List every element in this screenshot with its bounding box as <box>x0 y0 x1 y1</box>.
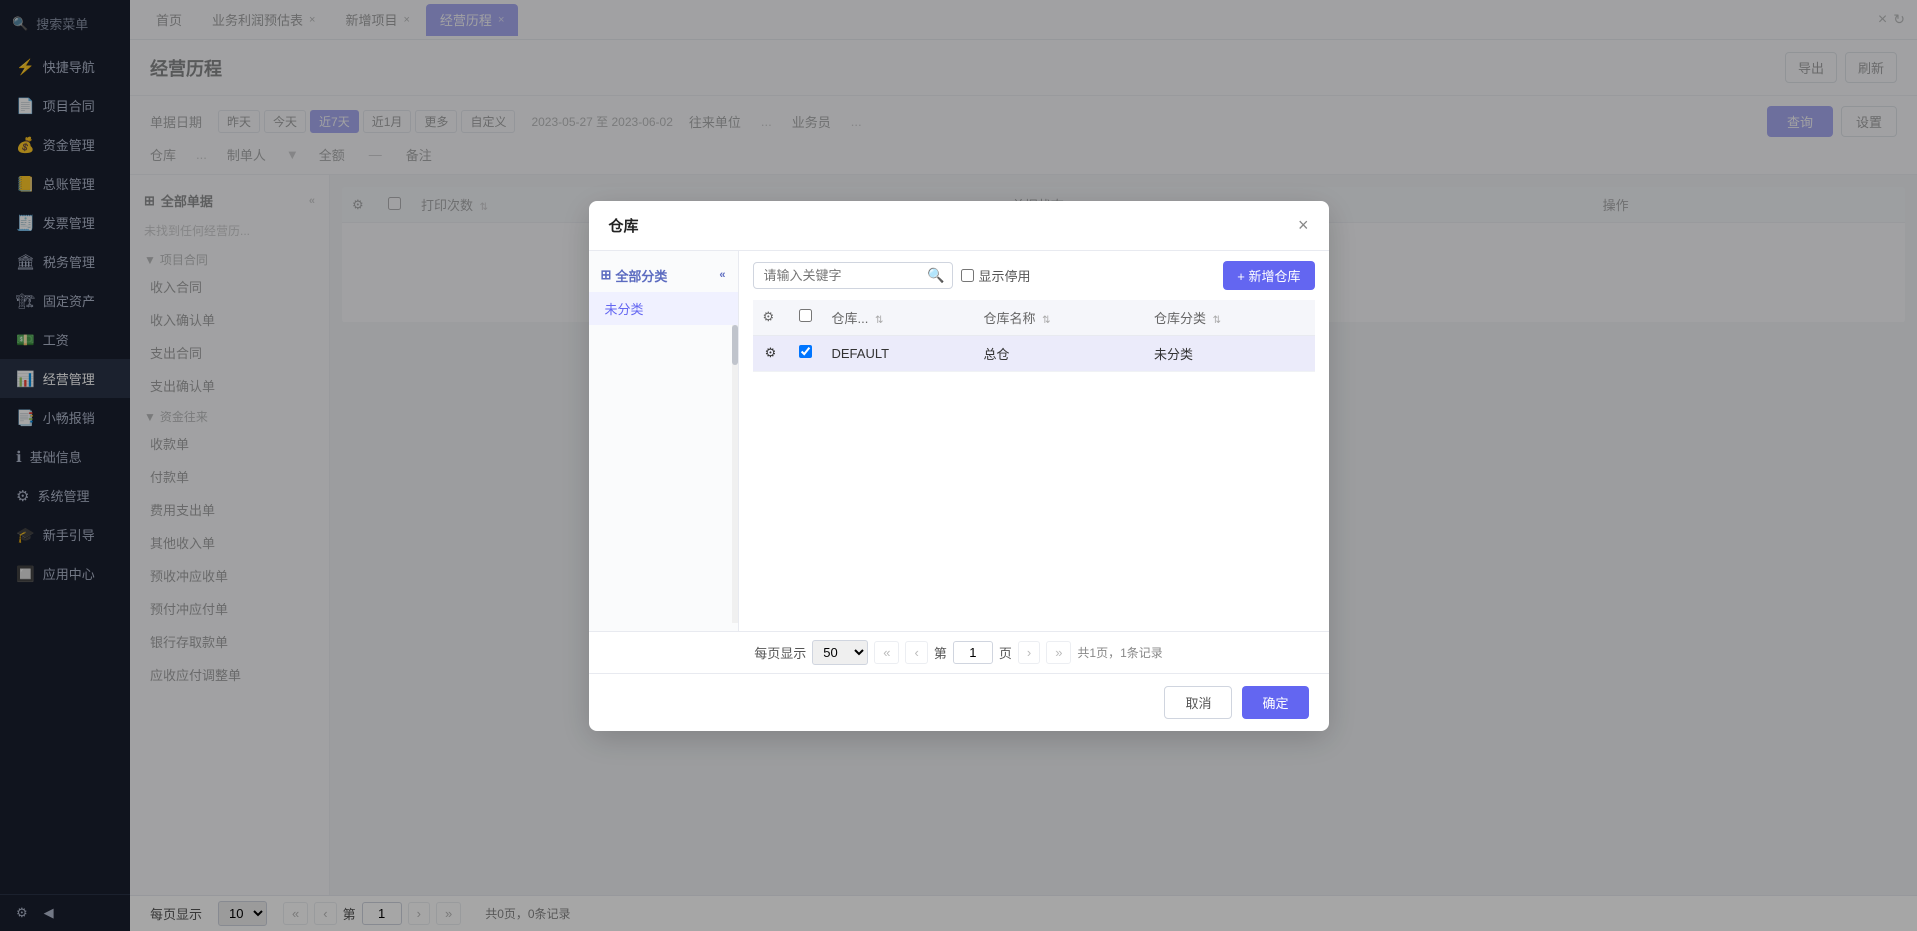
modal-page-label: 第 <box>934 643 947 662</box>
modal-search-wrap: 🔍 显示停用 <box>753 262 1031 289</box>
add-warehouse-button[interactable]: + 新增仓库 <box>1223 261 1314 290</box>
modal-sidebar-all-label: 全部分类 <box>615 266 667 285</box>
modal-col-code: 仓库... ⇅ <box>822 300 974 336</box>
show-disabled-checkbox[interactable] <box>961 269 974 282</box>
row-select-checkbox[interactable] <box>799 345 812 358</box>
warehouse-modal: 仓库 × ⊞ 全部分类 « 未分类 <box>589 201 1329 731</box>
search-icon[interactable]: 🔍 <box>927 267 944 284</box>
modal-sidebar: ⊞ 全部分类 « 未分类 <box>589 251 739 631</box>
modal-action-footer: 取消 确定 <box>589 673 1329 731</box>
modal-last-btn[interactable]: » <box>1046 641 1071 664</box>
row-checkbox <box>789 335 822 371</box>
modal-page-size-label: 每页显示 <box>754 643 806 662</box>
modal-body: ⊞ 全部分类 « 未分类 🔍 <box>589 251 1329 631</box>
confirm-button[interactable]: 确定 <box>1242 686 1308 719</box>
modal-select-all[interactable] <box>799 309 812 322</box>
modal-col-category: 仓库分类 ⇅ <box>1144 300 1315 336</box>
modal-total-info: 共1页，1条记录 <box>1077 644 1162 661</box>
row-code: DEFAULT <box>822 335 974 371</box>
modal-col-name: 仓库名称 ⇅ <box>973 300 1144 336</box>
modal-sidebar-uncategorized[interactable]: 未分类 <box>589 292 738 325</box>
row-gear: ⚙ <box>753 335 789 371</box>
modal-first-btn[interactable]: « <box>874 641 899 664</box>
modal-page-size-select[interactable]: 501020100 <box>812 640 868 665</box>
modal-close-button[interactable]: × <box>1298 215 1309 236</box>
search-wrap: 🔍 <box>753 262 953 289</box>
modal-main: 🔍 显示停用 + 新增仓库 ⚙ <box>739 251 1329 631</box>
modal-sidebar-scrollbar[interactable] <box>732 325 738 623</box>
modal-col-checkbox <box>789 300 822 336</box>
sort-name-icon: ⇅ <box>1042 315 1050 326</box>
show-disabled-label[interactable]: 显示停用 <box>961 266 1031 285</box>
modal-sidebar-all[interactable]: ⊞ 全部分类 « <box>589 259 738 292</box>
warehouse-table: ⚙ 仓库... ⇅ 仓库名称 ⇅ 仓库分类 <box>753 300 1315 372</box>
modal-sidebar-scrollbar-thumb <box>732 325 738 365</box>
modal-col-gear: ⚙ <box>753 300 789 336</box>
sidebar-collapse-icon[interactable]: « <box>719 269 725 281</box>
warehouse-search-input[interactable] <box>753 262 953 289</box>
cancel-button[interactable]: 取消 <box>1164 686 1232 719</box>
modal-prev-btn[interactable]: ‹ <box>905 641 927 664</box>
modal-page-unit: 页 <box>999 643 1012 662</box>
grid-icon-modal: ⊞ <box>601 267 612 283</box>
modal-next-btn[interactable]: › <box>1018 641 1040 664</box>
modal-title: 仓库 <box>609 215 639 236</box>
modal-header: 仓库 × <box>589 201 1329 251</box>
sort-code-icon: ⇅ <box>875 315 883 326</box>
modal-page-input[interactable] <box>953 641 993 664</box>
modal-sidebar-uncategorized-label: 未分类 <box>605 302 644 317</box>
modal-pagination: 每页显示 501020100 « ‹ 第 页 › » 共1页，1条记录 <box>589 631 1329 673</box>
table-row[interactable]: ⚙ DEFAULT 总仓 未分类 <box>753 335 1315 371</box>
modal-table-wrap: ⚙ 仓库... ⇅ 仓库名称 ⇅ 仓库分类 <box>753 300 1315 621</box>
row-name: 总仓 <box>973 335 1144 371</box>
modal-toolbar: 🔍 显示停用 + 新增仓库 <box>753 261 1315 290</box>
sort-category-icon: ⇅ <box>1213 315 1221 326</box>
row-category: 未分类 <box>1144 335 1315 371</box>
